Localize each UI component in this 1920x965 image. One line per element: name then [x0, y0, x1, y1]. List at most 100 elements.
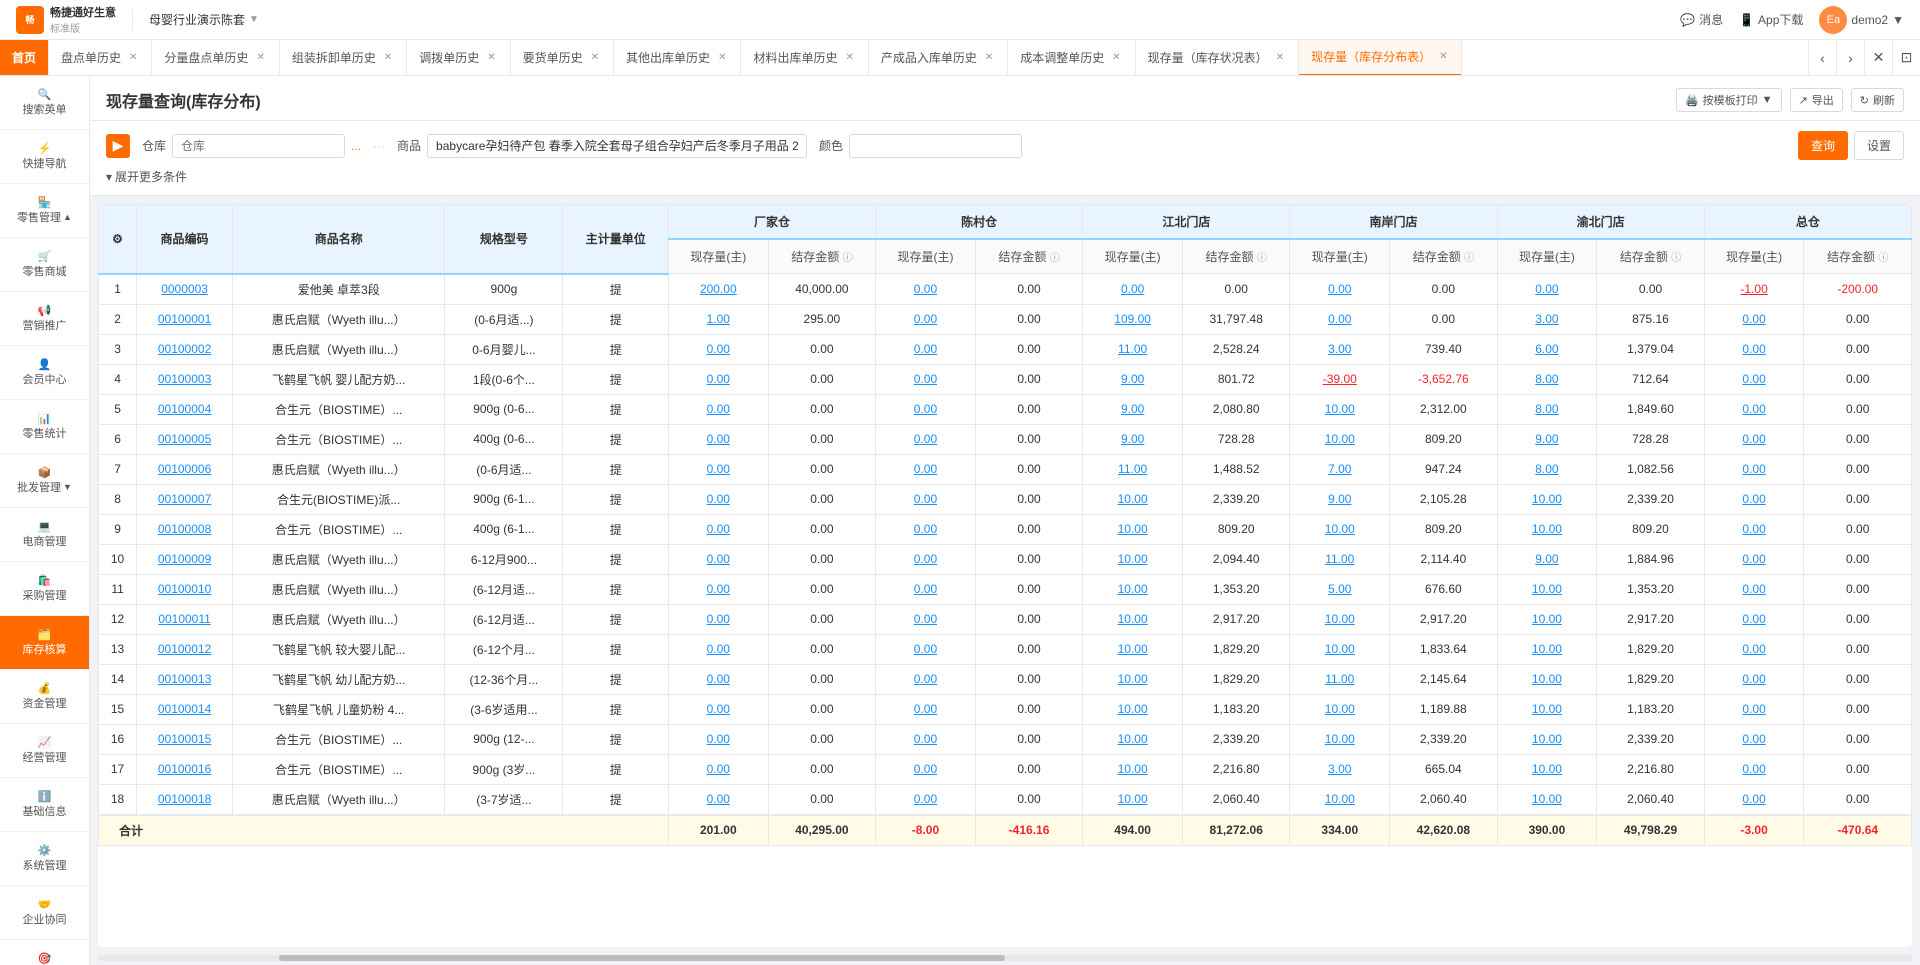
table-cell[interactable]: 0.00	[1704, 334, 1804, 364]
tab-stock-status-close[interactable]: ✕	[1274, 50, 1286, 65]
table-cell[interactable]: 0.00	[1497, 274, 1597, 305]
user-area[interactable]: Ea demo2 ▼	[1819, 6, 1904, 34]
sidebar-item-retail-shop[interactable]: 🛒 零售商城	[0, 238, 89, 292]
sidebar-item-retail-mgmt[interactable]: 🏪 零售管理 ▲	[0, 184, 89, 238]
warehouse-dots[interactable]: ...	[351, 139, 361, 153]
table-cell[interactable]: 00100007	[137, 484, 233, 514]
industry-selector[interactable]: 母婴行业演示陈套 ▼	[149, 11, 259, 28]
sidebar-item-wholesale-mgmt[interactable]: 📦 批发管理 ▼	[0, 454, 89, 508]
tab-other-out[interactable]: 其他出库单历史 ✕	[614, 40, 741, 76]
filter-expand-btn[interactable]: ▾ 展开更多条件	[106, 168, 1904, 185]
nav-expand-btn[interactable]: ⊡	[1892, 40, 1920, 76]
table-cell[interactable]: 0.00	[1704, 484, 1804, 514]
table-cell[interactable]: 00100016	[137, 754, 233, 784]
table-cell[interactable]: 00100009	[137, 544, 233, 574]
table-cell[interactable]: 10.00	[1497, 694, 1597, 724]
table-cell[interactable]: 10.00	[1083, 514, 1183, 544]
table-cell[interactable]: 5.00	[1290, 574, 1390, 604]
table-cell[interactable]: 0.00	[1704, 394, 1804, 424]
tab-product-in-close[interactable]: ✕	[983, 50, 995, 65]
tab-purchase-order[interactable]: 要货单历史 ✕	[511, 40, 614, 76]
table-cell[interactable]: 0.00	[876, 544, 976, 574]
table-cell[interactable]: 0.00	[876, 604, 976, 634]
table-cell[interactable]: 10.00	[1083, 544, 1183, 574]
table-cell[interactable]: 0.00	[668, 754, 768, 784]
table-cell[interactable]: 0.00	[876, 784, 976, 815]
table-cell[interactable]: 00100004	[137, 394, 233, 424]
table-cell[interactable]: 00100003	[137, 364, 233, 394]
tab-material-out-close[interactable]: ✕	[843, 50, 855, 65]
tab-assembly[interactable]: 组装拆卸单历史 ✕	[280, 40, 407, 76]
table-cell[interactable]: 0.00	[1704, 634, 1804, 664]
table-cell[interactable]: 0.00	[668, 334, 768, 364]
table-cell[interactable]: 0.00	[668, 784, 768, 815]
table-cell[interactable]: 0.00	[876, 304, 976, 334]
tab-branch-close[interactable]: ✕	[254, 50, 266, 65]
tab-cost-adjust[interactable]: 成本调整单历史 ✕	[1008, 40, 1135, 76]
table-cell[interactable]: 00100005	[137, 424, 233, 454]
sidebar-item-sys-mgmt[interactable]: ⚙️ 系统管理	[0, 832, 89, 886]
table-cell[interactable]: 00100011	[137, 604, 233, 634]
table-cell[interactable]: 10.00	[1497, 664, 1597, 694]
tab-transfer[interactable]: 调拨单历史 ✕	[407, 40, 510, 76]
scrollbar-hint[interactable]	[98, 955, 1912, 961]
tab-assembly-close[interactable]: ✕	[382, 50, 394, 65]
nav-prev-btn[interactable]: ‹	[1808, 40, 1836, 76]
print-btn[interactable]: 🖨️ 按模板打印 ▼	[1676, 88, 1782, 112]
table-cell[interactable]: 11.00	[1083, 454, 1183, 484]
table-cell[interactable]: 10.00	[1497, 484, 1597, 514]
table-cell[interactable]: 0.00	[668, 664, 768, 694]
table-cell[interactable]: 0.00	[668, 424, 768, 454]
table-cell[interactable]: 10.00	[1290, 724, 1390, 754]
tab-home[interactable]: 首页	[0, 40, 49, 76]
table-cell[interactable]: 00100018	[137, 784, 233, 815]
tab-product-in[interactable]: 产成品入库单历史 ✕	[869, 40, 1008, 76]
table-cell[interactable]: 0.00	[1704, 784, 1804, 815]
sidebar-item-enterprise-collab[interactable]: 🤝 企业协同	[0, 886, 89, 940]
table-cell[interactable]: 0.00	[1704, 424, 1804, 454]
sidebar-item-retail-stats[interactable]: 📊 零售统计	[0, 400, 89, 454]
table-cell[interactable]: 10.00	[1290, 394, 1390, 424]
table-cell[interactable]: 10.00	[1497, 634, 1597, 664]
table-cell[interactable]: 10.00	[1083, 484, 1183, 514]
table-cell[interactable]: 7.00	[1290, 454, 1390, 484]
table-cell[interactable]: 0.00	[1704, 694, 1804, 724]
tab-purchase-order-close[interactable]: ✕	[589, 50, 601, 65]
product-input[interactable]	[427, 134, 807, 158]
sidebar-item-search-hero[interactable]: 🔍 搜索英单	[0, 76, 89, 130]
table-cell[interactable]: 10.00	[1497, 574, 1597, 604]
table-cell[interactable]: 00100014	[137, 694, 233, 724]
table-cell[interactable]: 0.00	[1704, 514, 1804, 544]
table-cell[interactable]: 0.00	[1290, 304, 1390, 334]
table-cell[interactable]: 3.00	[1290, 754, 1390, 784]
table-cell[interactable]: 0000003	[137, 274, 233, 305]
table-cell[interactable]: 10.00	[1083, 634, 1183, 664]
color-input[interactable]	[849, 134, 1022, 158]
table-cell[interactable]: 0.00	[1704, 544, 1804, 574]
sidebar-item-operation-mgmt[interactable]: 📈 经营管理	[0, 724, 89, 778]
nanan-amt-info-icon[interactable]: ⓘ	[1464, 253, 1474, 264]
table-cell[interactable]: 11.00	[1083, 334, 1183, 364]
table-cell[interactable]: -39.00	[1290, 364, 1390, 394]
table-cell[interactable]: 0.00	[876, 394, 976, 424]
table-cell[interactable]: 0.00	[876, 694, 976, 724]
table-cell[interactable]: 0.00	[668, 394, 768, 424]
table-cell[interactable]: 10.00	[1497, 724, 1597, 754]
table-cell[interactable]: 0.00	[1290, 274, 1390, 305]
jiangbei-amt-info-icon[interactable]: ⓘ	[1257, 253, 1267, 264]
sidebar-item-new-guide[interactable]: 🎯 新手引导	[0, 940, 89, 965]
table-cell[interactable]: 0.00	[1704, 364, 1804, 394]
table-cell[interactable]: 0.00	[668, 724, 768, 754]
table-cell[interactable]: 0.00	[668, 694, 768, 724]
table-cell[interactable]: 0.00	[1083, 274, 1183, 305]
tab-material-out[interactable]: 材料出库单历史 ✕	[741, 40, 868, 76]
table-cell[interactable]: 10.00	[1083, 784, 1183, 815]
table-cell[interactable]: 8.00	[1497, 364, 1597, 394]
table-cell[interactable]: 1.00	[668, 304, 768, 334]
table-cell[interactable]: 10.00	[1497, 784, 1597, 815]
table-cell[interactable]: 10.00	[1290, 694, 1390, 724]
table-cell[interactable]: 0.00	[668, 484, 768, 514]
table-cell[interactable]: 0.00	[876, 454, 976, 484]
table-cell[interactable]: 0.00	[876, 424, 976, 454]
tab-other-out-close[interactable]: ✕	[716, 50, 728, 65]
